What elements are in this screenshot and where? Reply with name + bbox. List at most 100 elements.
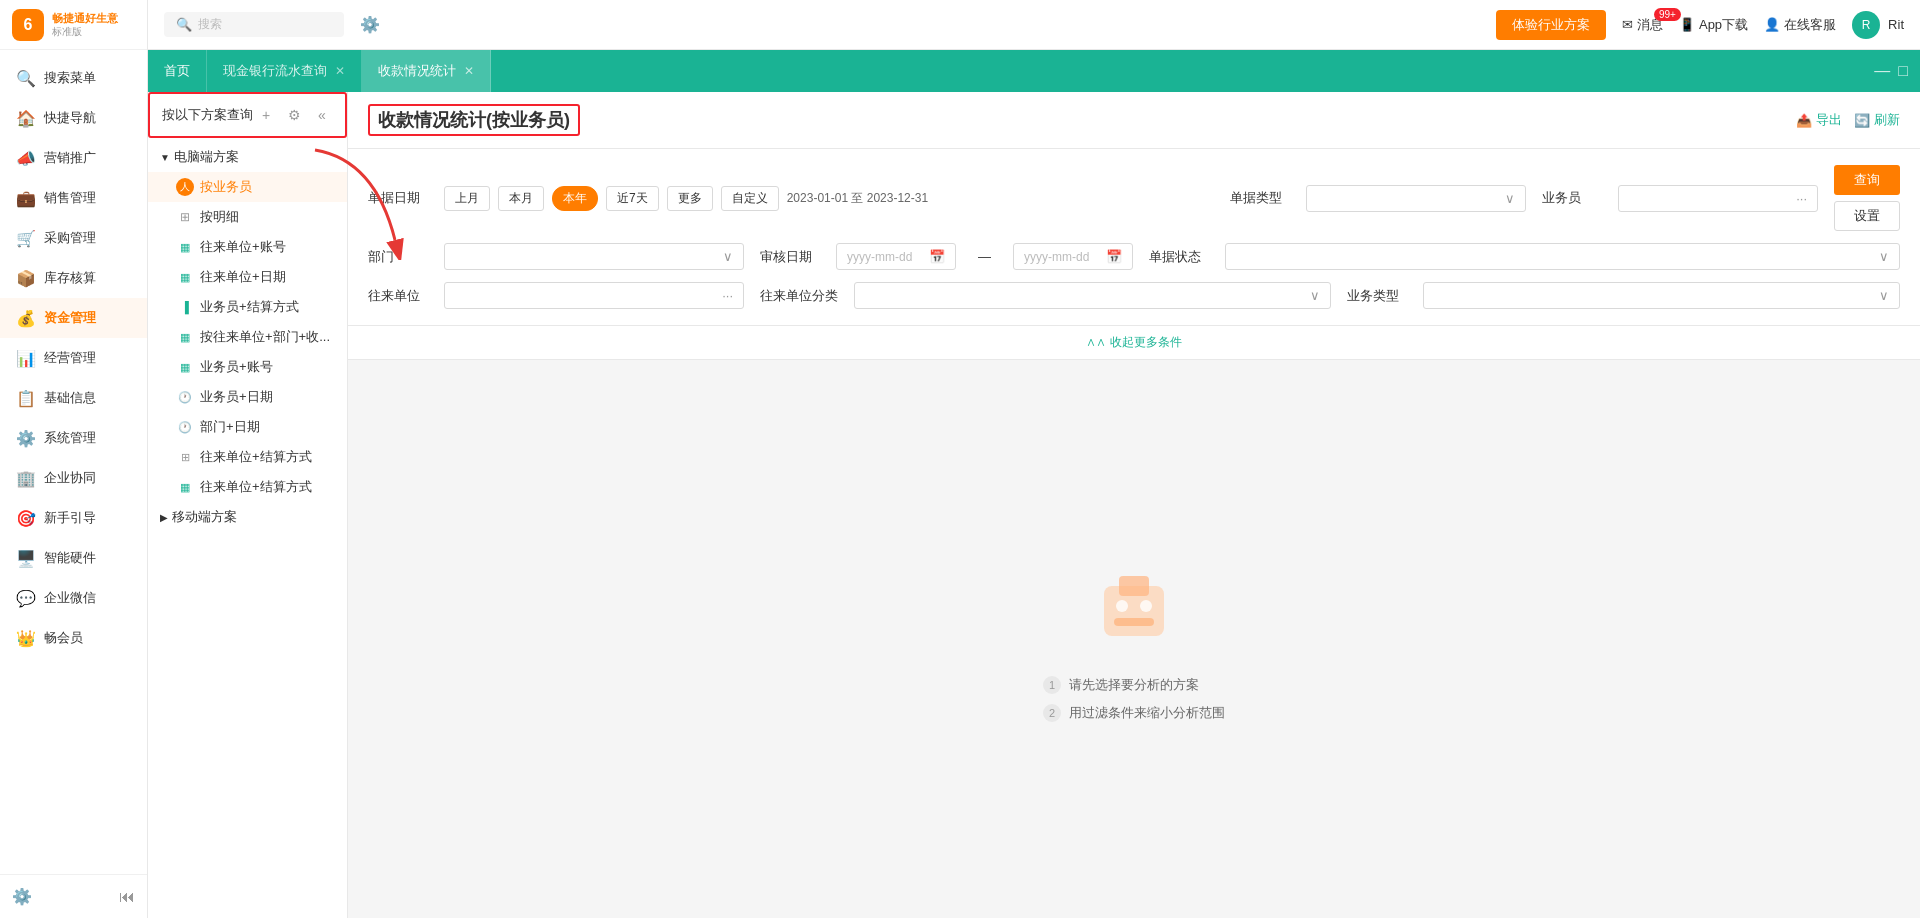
- scheme-item-by-detail[interactable]: ⊞ 按明细: [148, 202, 347, 232]
- scheme-item-partner-date[interactable]: ▦ 往来单位+日期: [148, 262, 347, 292]
- sidebar-item-system[interactable]: ⚙️ 系统管理: [0, 418, 147, 458]
- scheme-item-by-salesperson[interactable]: 人 按业务员: [148, 172, 347, 202]
- salesperson-select[interactable]: ···: [1618, 185, 1818, 212]
- audit-date-start[interactable]: yyyy-mm-dd 📅: [836, 243, 956, 270]
- query-button[interactable]: 查询: [1834, 165, 1900, 195]
- dept-select[interactable]: ∨: [444, 243, 744, 270]
- content-body: 按以下方案查询 + ⚙ « ▼ 电脑端方案 人 按业务员: [148, 92, 1920, 918]
- sidebar-item-operation[interactable]: 📊 经营管理: [0, 338, 147, 378]
- partner-settle1-icon: ⊞: [176, 448, 194, 466]
- sidebar-item-marketing[interactable]: 📣 营销推广: [0, 138, 147, 178]
- tab-bank[interactable]: 现金银行流水查询 ✕: [207, 50, 362, 92]
- scheme-item-partner-dept-receipt[interactable]: ▦ 按往来单位+部门+收...: [148, 322, 347, 352]
- corp-icon: 🏢: [16, 468, 36, 488]
- tabbar: 首页 现金银行流水查询 ✕ 收款情况统计 ✕ — □: [148, 50, 1920, 92]
- sidebar-item-inventory[interactable]: 📦 库存核算: [0, 258, 147, 298]
- tab-minimize-icon[interactable]: —: [1874, 62, 1890, 80]
- sidebar-collapse-icon[interactable]: ⏮: [119, 888, 135, 906]
- app-logo: 6 畅捷通好生意 标准版: [0, 0, 147, 50]
- topbar-search[interactable]: 🔍 搜索: [164, 12, 344, 37]
- export-button[interactable]: 📤 导出: [1796, 111, 1842, 129]
- scheme-item-partner-settle2[interactable]: ▦ 往来单位+结算方式: [148, 472, 347, 502]
- tab-maximize-icon[interactable]: □: [1898, 62, 1908, 80]
- sidebar-item-corp[interactable]: 🏢 企业协同: [0, 458, 147, 498]
- page-header: 收款情况统计(按业务员) 📤 导出 🔄 刷新: [348, 92, 1920, 149]
- partner-settle2-icon: ▦: [176, 478, 194, 496]
- doc-status-select[interactable]: ∨: [1225, 243, 1900, 270]
- scheme-item-salesperson-settle[interactable]: ▐ 业务员+结算方式: [148, 292, 347, 322]
- message-icon: ✉: [1622, 17, 1633, 32]
- salesperson-date-icon: 🕐: [176, 388, 194, 406]
- sidebar-item-guide[interactable]: 🎯 新手引导: [0, 498, 147, 538]
- date-btn-more[interactable]: 更多: [667, 186, 713, 211]
- online-service-button[interactable]: 👤 在线客服: [1764, 16, 1836, 34]
- tab-receipt-close[interactable]: ✕: [464, 64, 474, 78]
- partner-dept-icon: ▦: [176, 328, 194, 346]
- scheme-item-salesperson-date[interactable]: 🕐 业务员+日期: [148, 382, 347, 412]
- scheme-item-partner-settle1[interactable]: ⊞ 往来单位+结算方式: [148, 442, 347, 472]
- tab-receipt[interactable]: 收款情况统计 ✕: [362, 50, 491, 92]
- sidebar-item-quicknav[interactable]: 🏠 快捷导航: [0, 98, 147, 138]
- dept-chevron: ∨: [723, 249, 733, 264]
- scheme-group-mobile-title[interactable]: ▶ 移动端方案: [148, 502, 347, 532]
- sidebar-settings-icon[interactable]: ⚙️: [12, 887, 32, 906]
- scheme-settings-icon[interactable]: ⚙: [283, 104, 305, 126]
- filter-panel: 单据日期 上月 本月 本年 近7天 更多 自定义 2023-01-01 至 20…: [348, 149, 1920, 326]
- scheme-item-dept-date[interactable]: 🕐 部门+日期: [148, 412, 347, 442]
- setting-button[interactable]: 设置: [1834, 201, 1900, 231]
- user-avatar[interactable]: R Rit: [1852, 11, 1904, 39]
- partner-category-select[interactable]: ∨: [854, 282, 1331, 309]
- partner-select[interactable]: ···: [444, 282, 744, 309]
- sidebar-item-finance[interactable]: 💰 资金管理: [0, 298, 147, 338]
- export-icon: 📤: [1796, 113, 1812, 128]
- refresh-button[interactable]: 🔄 刷新: [1854, 111, 1900, 129]
- date-btn-custom[interactable]: 自定义: [721, 186, 779, 211]
- date-btn-7days[interactable]: 近7天: [606, 186, 659, 211]
- app-download-button[interactable]: 📱 App下载: [1679, 16, 1748, 34]
- date-label: 单据日期: [368, 189, 428, 207]
- biz-type-select[interactable]: ∨: [1423, 282, 1900, 309]
- tab-home[interactable]: 首页: [148, 50, 207, 92]
- detail-icon: ⊞: [176, 208, 194, 226]
- sidebar-item-sales[interactable]: 💼 销售管理: [0, 178, 147, 218]
- sidebar-item-wechat[interactable]: 💬 企业微信: [0, 578, 147, 618]
- salesperson-icon: 人: [176, 178, 194, 196]
- scheme-item-salesperson-account[interactable]: ▦ 业务员+账号: [148, 352, 347, 382]
- sidebar-item-hardware[interactable]: 🖥️ 智能硬件: [0, 538, 147, 578]
- scheme-collapse-icon[interactable]: «: [311, 104, 333, 126]
- scheme-item-partner-account[interactable]: ▦ 往来单位+账号: [148, 232, 347, 262]
- empty-content: 1 请先选择要分析的方案 2 用过滤条件来缩小分析范围: [1043, 556, 1225, 722]
- tab-bank-close[interactable]: ✕: [335, 64, 345, 78]
- doc-status-chevron: ∨: [1879, 249, 1889, 264]
- scheme-tree: ▼ 电脑端方案 人 按业务员 ⊞ 按明细 ▦ 往来单位+账号: [148, 138, 347, 918]
- finance-icon: 💰: [16, 308, 36, 328]
- sidebar-item-basic[interactable]: 📋 基础信息: [0, 378, 147, 418]
- wechat-icon: 💬: [16, 588, 36, 608]
- desktop-group-arrow: ▼: [160, 152, 170, 163]
- collapse-bar[interactable]: ∧∧ 收起更多条件: [348, 326, 1920, 360]
- sidebar-item-search[interactable]: 🔍 搜索菜单: [0, 58, 147, 98]
- dept-date-icon: 🕐: [176, 418, 194, 436]
- sidebar-item-purchase[interactable]: 🛒 采购管理: [0, 218, 147, 258]
- sidebar-nav: 🔍 搜索菜单 🏠 快捷导航 📣 营销推广 💼 销售管理 🛒 采购管理 📦 库存核…: [0, 50, 147, 874]
- dept-label: 部门: [368, 248, 428, 266]
- hardware-icon: 🖥️: [16, 548, 36, 568]
- messages-button[interactable]: ✉ 消息 99+: [1622, 16, 1663, 34]
- trial-button[interactable]: 体验行业方案: [1496, 10, 1606, 40]
- doc-type-select[interactable]: ∨: [1306, 185, 1526, 212]
- sidebar-item-member[interactable]: 👑 畅会员: [0, 618, 147, 658]
- audit-date-end[interactable]: yyyy-mm-dd 📅: [1013, 243, 1133, 270]
- scheme-group-desktop-title[interactable]: ▼ 电脑端方案: [148, 142, 347, 172]
- date-btn-this-month[interactable]: 本月: [498, 186, 544, 211]
- home-icon: 🏠: [16, 108, 36, 128]
- partner-more-icon: ···: [722, 288, 733, 303]
- date-btn-this-year[interactable]: 本年: [552, 186, 598, 211]
- topbar-settings-icon[interactable]: ⚙️: [360, 15, 380, 34]
- scheme-add-icon[interactable]: +: [255, 104, 277, 126]
- partner-account-icon: ▦: [176, 238, 194, 256]
- date-filter: 上月 本月 本年 近7天 更多 自定义 2023-01-01 至 2023-12…: [444, 186, 928, 211]
- doc-status-label: 单据状态: [1149, 248, 1209, 266]
- inventory-icon: 📦: [16, 268, 36, 288]
- date-btn-last-month[interactable]: 上月: [444, 186, 490, 211]
- partner-label: 往来单位: [368, 287, 428, 305]
